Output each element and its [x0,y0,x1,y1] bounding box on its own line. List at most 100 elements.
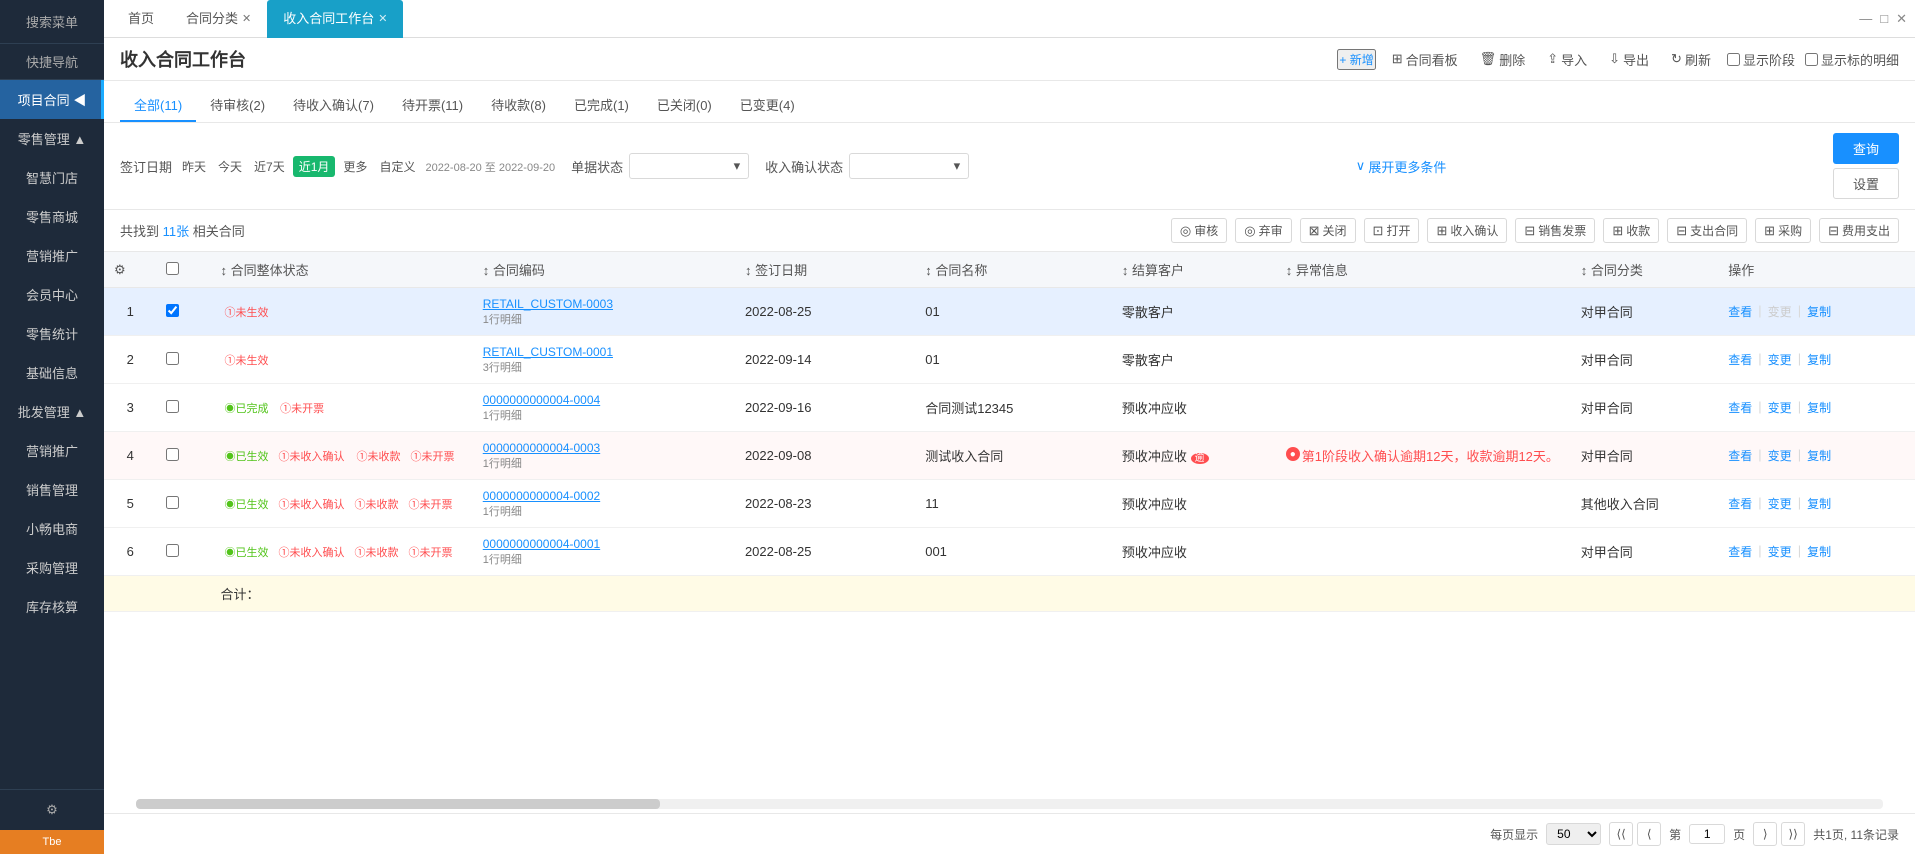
action-review[interactable]: ◎审核 [1171,218,1227,243]
row-checkbox[interactable] [166,544,179,557]
date-opt-last1m[interactable]: 近1月 [293,156,336,177]
date-opt-last7[interactable]: 近7天 [250,156,289,177]
date-opt-custom[interactable]: 自定义 [375,156,419,177]
contract-code-link[interactable]: RETAIL_CUSTOM-0003 [483,297,613,311]
date-opt-more[interactable]: 更多 [339,156,371,177]
show-stages-check[interactable]: 显示阶段 [1727,50,1795,69]
action-abandon[interactable]: ◎弃审 [1235,218,1291,243]
prev-page-btn[interactable]: ⟨ [1637,822,1661,846]
contract-code-link[interactable]: 0000000000004-0002 [483,489,600,503]
action-change[interactable]: 变更 [1768,351,1792,368]
sidebar-item-basic-info[interactable]: 基础信息 [0,353,104,392]
status-select[interactable]: ▾ [629,153,749,179]
last-page-btn[interactable]: ⟩⟩ [1781,822,1805,846]
action-out-contract[interactable]: ⊟支出合同 [1667,218,1747,243]
row-checkbox[interactable] [166,448,179,461]
show-detail-checkbox[interactable] [1805,53,1818,66]
col-error-header[interactable]: ↕ 异常信息 [1276,252,1571,288]
action-view[interactable]: 查看 [1728,351,1752,368]
col-date-header[interactable]: ↕ 签订日期 [735,252,915,288]
contract-code-link[interactable]: 0000000000004-0004 [483,393,600,407]
row-check[interactable] [156,288,210,336]
sidebar-item-retail-shop[interactable]: 零售商城 [0,197,104,236]
sidebar-item-batch-mgmt[interactable]: 批发管理 ▲ [0,392,104,431]
tab-contract-type-close[interactable]: ✕ [242,0,251,38]
action-copy[interactable]: 复制 [1807,351,1831,368]
page-input[interactable] [1689,824,1725,844]
action-invoice[interactable]: ⊟销售发票 [1515,218,1595,243]
action-open[interactable]: ⊡打开 [1364,218,1420,243]
row-checkbox[interactable] [166,496,179,509]
show-detail-check[interactable]: 显示标的明细 [1805,50,1899,69]
row-checkbox[interactable] [166,352,179,365]
ftab-pending-review[interactable]: 待审核(2) [196,89,279,122]
tab-home[interactable]: 首页 [112,0,170,38]
show-stages-checkbox[interactable] [1727,53,1740,66]
sidebar-item-marketing[interactable]: 营销推广 [0,236,104,275]
date-opt-today[interactable]: 今天 [214,156,246,177]
action-view[interactable]: 查看 [1728,399,1752,416]
action-view[interactable]: 查看 [1728,447,1752,464]
col-gear-header[interactable]: ⚙ [104,252,156,288]
action-view[interactable]: 查看 [1728,543,1752,560]
maximize-icon[interactable]: □ [1880,11,1888,26]
action-expense[interactable]: ⊟费用支出 [1819,218,1899,243]
next-page-btn[interactable]: ⟩ [1753,822,1777,846]
row-checkbox[interactable] [166,400,179,413]
row-check[interactable] [156,384,210,432]
col-type-header[interactable]: ↕ 合同分类 [1571,252,1719,288]
contract-code-link[interactable]: 0000000000004-0003 [483,441,600,455]
sidebar-item-retail-mgmt[interactable]: 零售管理 ▲ [0,119,104,158]
refresh-button[interactable]: ↻ 刷新 [1665,48,1717,71]
action-copy[interactable]: 复制 [1807,399,1831,416]
table-scroll[interactable]: ⚙ ↕ 合同整体状态 ↕ 合同编码 ↕ 签订日期 ↕ 合同名称 ↕ 结算客户 ↕… [104,252,1915,795]
col-code-header[interactable]: ↕ 合同编码 [473,252,735,288]
action-payment[interactable]: ⊞收款 [1603,218,1659,243]
contract-code-link[interactable]: RETAIL_CUSTOM-0001 [483,345,613,359]
sidebar-item-smart-store[interactable]: 智慧门店 [0,158,104,197]
row-checkbox[interactable] [166,304,179,317]
ftab-pending-invoice[interactable]: 待开票(11) [388,89,477,122]
action-change[interactable]: 变更 [1768,399,1792,416]
close-icon[interactable]: ✕ [1896,11,1907,27]
col-name-header[interactable]: ↕ 合同名称 [915,252,1112,288]
ftab-changed[interactable]: 已变更(4) [726,89,809,122]
action-change[interactable]: 变更 [1768,447,1792,464]
new-button[interactable]: + 新增 [1337,49,1375,70]
set-button[interactable]: 设置 [1833,168,1899,199]
ftab-closed[interactable]: 已关闭(0) [643,89,726,122]
sidebar-item-xiaochang[interactable]: 小畅电商 [0,509,104,548]
col-customer-header[interactable]: ↕ 结算客户 [1112,252,1276,288]
sidebar-item-marketing2[interactable]: 营销推广 [0,431,104,470]
action-copy[interactable]: 复制 [1807,447,1831,464]
col-check-header[interactable] [156,252,210,288]
sidebar-item-inventory[interactable]: 库存核算 [0,587,104,626]
sidebar-item-member[interactable]: 会员中心 [0,275,104,314]
action-copy[interactable]: 复制 [1807,543,1831,560]
action-confirm[interactable]: ⊞收入确认 [1427,218,1507,243]
page-size-select[interactable]: 50 10 20 100 [1546,823,1601,845]
action-copy[interactable]: 复制 [1807,303,1831,320]
expand-more-btn[interactable]: ∨ 展开更多条件 [1356,157,1447,176]
horizontal-scrollbar[interactable] [136,799,1883,809]
action-close[interactable]: ⊠关闭 [1300,218,1356,243]
tab-contract-type[interactable]: 合同分类 ✕ [170,0,267,38]
action-view[interactable]: 查看 [1728,495,1752,512]
sidebar-quicknav[interactable]: 快捷导航 [0,44,104,80]
delete-button[interactable]: 🗑 删除 [1474,48,1532,71]
action-change[interactable]: 变更 [1768,495,1792,512]
kanban-button[interactable]: ⊞ 合同看板 [1386,48,1464,71]
row-check[interactable] [156,480,210,528]
sidebar-search[interactable]: 搜索菜单 [0,0,104,44]
action-view[interactable]: 查看 [1728,303,1752,320]
row-check[interactable] [156,528,210,576]
action-change[interactable]: 变更 [1768,543,1792,560]
ftab-all[interactable]: 全部(11) [120,89,196,122]
confirm-select[interactable]: ▾ [849,153,969,179]
tab-income-workbench[interactable]: 收入合同工作台 ✕ [267,0,403,38]
minimize-icon[interactable]: — [1859,11,1872,26]
tab-income-workbench-close[interactable]: ✕ [378,0,387,38]
row-check[interactable] [156,432,210,480]
sidebar-item-purchase[interactable]: 采购管理 [0,548,104,587]
sidebar-item-project[interactable]: 项目合同 ◀ [0,80,104,119]
